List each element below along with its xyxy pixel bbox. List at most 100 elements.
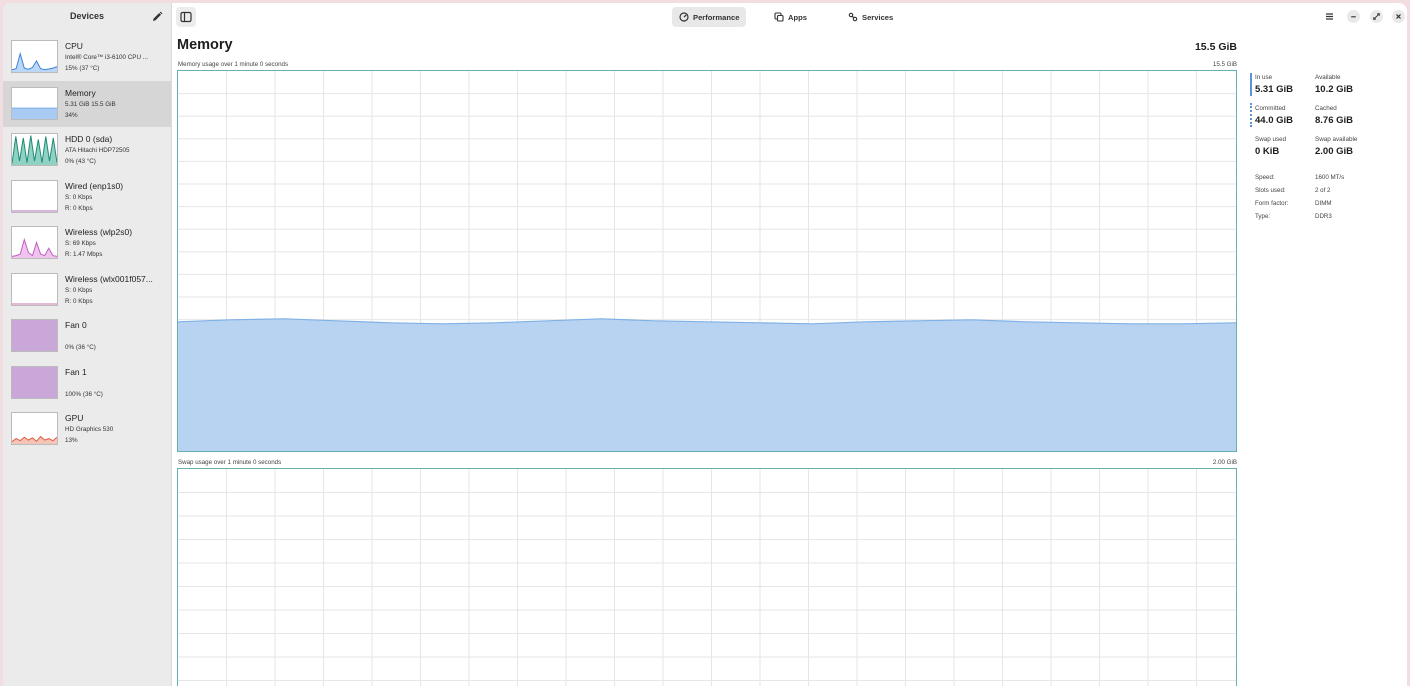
- gauge-icon: [679, 12, 689, 22]
- minimize-button[interactable]: [1347, 10, 1360, 23]
- system-monitor-window: Devices CPU Intel® Core™ i3-6100 CPU ...…: [3, 3, 1407, 686]
- gpu-sparkline: [12, 435, 57, 444]
- pencil-icon: [153, 11, 163, 21]
- committed-marker: [1250, 103, 1252, 127]
- device-usage: 13%: [65, 437, 78, 444]
- device-detail: HD Graphics 530: [65, 426, 114, 433]
- tab-label: Services: [862, 12, 894, 22]
- apps-icon: [774, 12, 784, 22]
- device-item-wireless-usb[interactable]: Wireless (wlx001f057... S: 0 Kbps R: 0 K…: [3, 267, 171, 313]
- committed-label: Committed: [1255, 105, 1286, 112]
- device-name: Wired (enp1s0): [65, 180, 124, 191]
- device-name: Wireless (wlx001f057...: [65, 273, 153, 284]
- device-thumbnail: [11, 365, 58, 399]
- slots-used-value: 2 of 2: [1315, 187, 1331, 194]
- memory-usage-chart: [178, 71, 1236, 451]
- available-value: 10.2 GiB: [1315, 84, 1354, 95]
- device-item-wired[interactable]: Wired (enp1s0) S: 0 Kbps R: 0 Kbps: [3, 174, 171, 220]
- swap-available-label: Swap available: [1315, 136, 1358, 143]
- device-name: GPU: [65, 413, 84, 423]
- in-use-label: In use: [1255, 74, 1273, 81]
- speed-label: Speed:: [1255, 174, 1275, 181]
- device-item-cpu[interactable]: CPU Intel® Core™ i3-6100 CPU ... 15% (37…: [3, 34, 171, 80]
- sidebar-title: Devices: [69, 11, 105, 21]
- device-thumbnail: [11, 226, 58, 259]
- device-detail: S: 0 Kbps: [65, 193, 93, 201]
- device-usage: 34%: [65, 111, 78, 119]
- device-item-memory[interactable]: Memory 5.31 GiB 15.5 GiB 34%: [3, 80, 171, 127]
- page-title: Memory: [177, 37, 233, 53]
- form-factor-value: DIMM: [1315, 200, 1332, 207]
- edit-devices-button[interactable]: [150, 10, 164, 24]
- fan-0-sparkline: [12, 320, 57, 351]
- device-name: Fan 1: [65, 366, 87, 377]
- sidebar: Devices CPU Intel® Core™ i3-6100 CPU ...…: [3, 3, 172, 686]
- tab-label: Performance: [693, 12, 740, 22]
- maximize-button[interactable]: [1370, 10, 1383, 23]
- device-list: CPU Intel® Core™ i3-6100 CPU ... 15% (37…: [3, 34, 171, 453]
- memory-sparkline: [12, 107, 57, 119]
- memory-graph-max: 15.5 GiB: [1212, 61, 1237, 68]
- sidebar-icon: [180, 11, 192, 23]
- fan-level-fill: [12, 320, 57, 351]
- device-usage: 15% (37 °C): [65, 65, 100, 72]
- services-icon: [848, 12, 858, 22]
- memory-usage-area: [178, 318, 1236, 451]
- sparkline-area: [12, 107, 57, 119]
- speed-value: 1600 MT/s: [1315, 174, 1345, 181]
- swap-used-value: 0 KiB: [1255, 146, 1280, 157]
- main-menu-button[interactable]: [1323, 10, 1336, 23]
- device-detail: S: 69 Kbps: [65, 240, 96, 247]
- device-usage: R: 1.47 Mbps: [65, 251, 103, 258]
- cpu-sparkline: [12, 51, 57, 72]
- device-usage: R: 0 Kbps: [65, 204, 93, 212]
- form-factor-label: Form factor:: [1255, 200, 1289, 207]
- device-thumbnail: [11, 133, 58, 166]
- toggle-sidebar-button[interactable]: [176, 7, 196, 27]
- cached-value: 8.76 GiB: [1315, 115, 1354, 126]
- tab-apps[interactable]: Apps: [767, 7, 814, 27]
- swap-graph-max: 2.00 GiB: [1212, 459, 1237, 466]
- close-icon: [1396, 14, 1401, 19]
- total-memory: 15.5 GiB: [1194, 41, 1237, 53]
- sparkline-line: [12, 135, 57, 164]
- slots-used-label: Slots used:: [1255, 187, 1286, 194]
- tab-services[interactable]: Services: [841, 7, 900, 27]
- device-item-gpu[interactable]: GPU HD Graphics 530 13%: [3, 406, 171, 452]
- tab-performance[interactable]: Performance: [672, 7, 747, 27]
- fan-1-sparkline: [12, 366, 57, 398]
- device-item-fan-0[interactable]: Fan 0 0% (36 °C): [3, 313, 171, 359]
- device-detail: ATA Hitachi HDP72505: [65, 147, 130, 154]
- available-label: Available: [1315, 74, 1341, 81]
- device-name: Memory: [65, 87, 96, 98]
- device-thumbnail: [11, 40, 58, 73]
- sidebar-header: Devices: [3, 3, 171, 33]
- device-detail: Intel® Core™ i3-6100 CPU ...: [65, 54, 149, 61]
- swap-used-label: Swap used: [1255, 136, 1287, 143]
- memory-usage-graph: [177, 70, 1237, 452]
- device-usage: 100% (36 °C): [65, 390, 103, 398]
- device-name: CPU: [65, 41, 83, 51]
- hamburger-icon: [1326, 13, 1333, 20]
- device-item-hdd[interactable]: HDD 0 (sda) ATA Hitachi HDP72505 0% (43 …: [3, 127, 171, 173]
- swap-usage-graph: [177, 468, 1237, 686]
- cached-label: Cached: [1315, 105, 1337, 112]
- device-thumbnail: [11, 272, 58, 306]
- committed-value: 44.0 GiB: [1255, 115, 1294, 126]
- device-usage: 0% (36 °C): [65, 344, 96, 351]
- close-button[interactable]: [1392, 10, 1405, 23]
- in-use-marker: [1250, 73, 1252, 96]
- device-thumbnail: [11, 319, 58, 352]
- tab-label: Apps: [788, 12, 807, 22]
- device-item-wireless[interactable]: Wireless (wlp2s0) S: 69 Kbps R: 1.47 Mbp…: [3, 220, 171, 266]
- hdd-sparkline: [12, 135, 57, 165]
- memory-graph-label: Memory usage over 1 minute 0 seconds: [178, 61, 289, 68]
- wireless-usb-sparkline: [12, 303, 57, 304]
- fan-level-fill: [12, 366, 57, 398]
- maximize-icon: [1373, 13, 1380, 20]
- type-value: DDR3: [1315, 213, 1332, 220]
- device-item-fan-1[interactable]: Fan 1 100% (36 °C): [3, 360, 171, 406]
- device-detail: S: 0 Kbps: [65, 286, 93, 294]
- minimize-icon: [1351, 16, 1356, 18]
- device-detail: 5.31 GiB 15.5 GiB: [65, 100, 116, 108]
